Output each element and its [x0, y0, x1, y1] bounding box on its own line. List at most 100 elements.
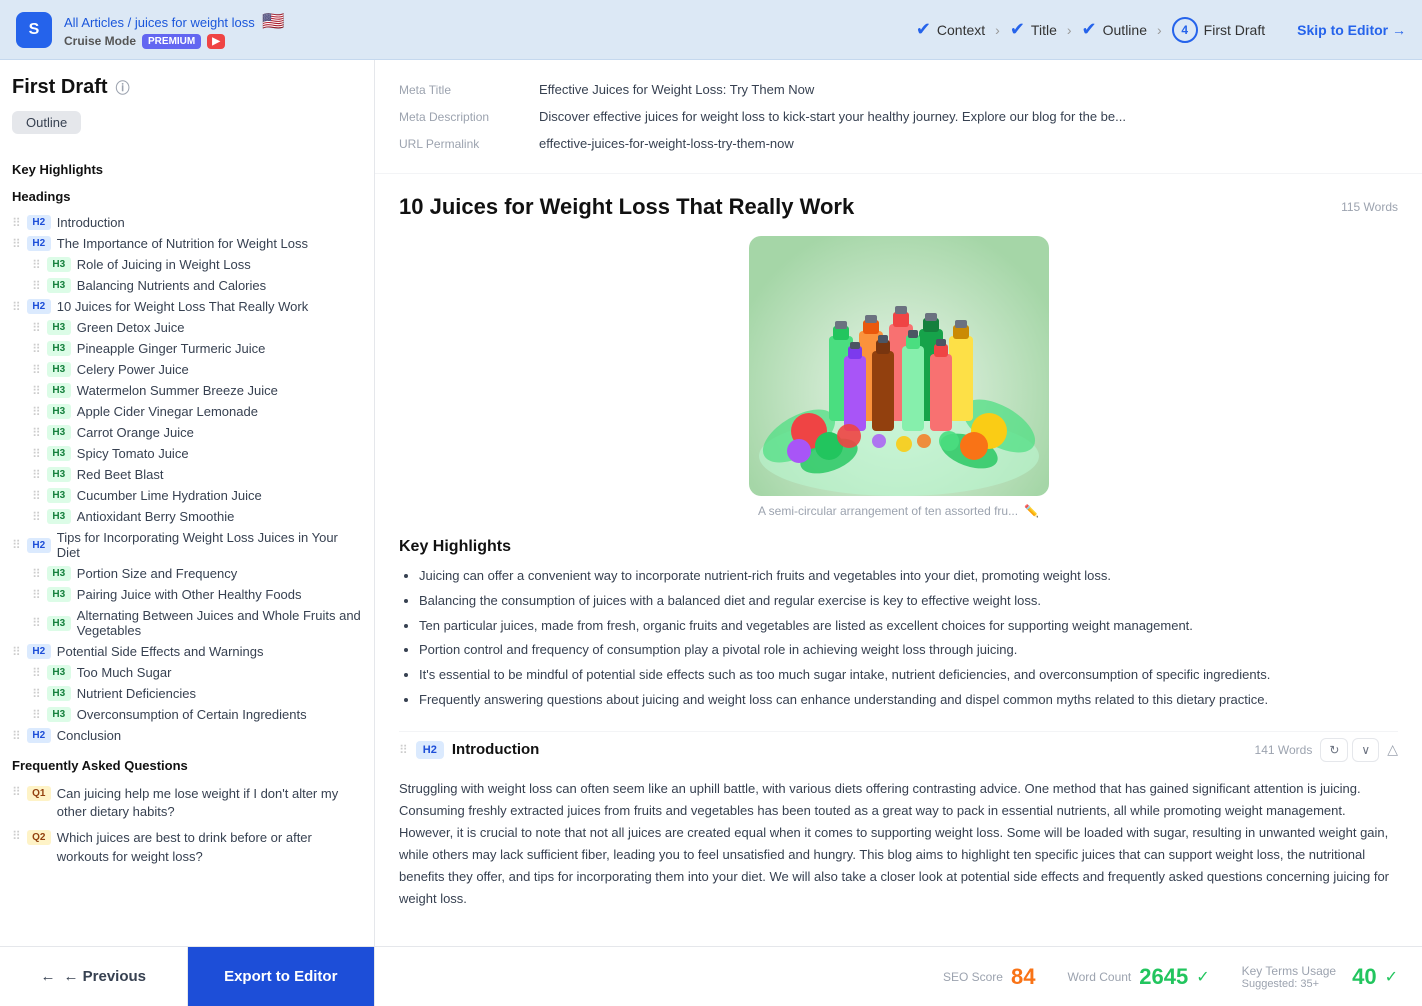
h3-badge: H3: [47, 488, 71, 503]
faq-section: Frequently Asked Questions ⠿ Q1 Can juic…: [12, 758, 362, 870]
drag-handle-icon: ⠿: [12, 300, 21, 314]
outline-tab[interactable]: Outline: [12, 111, 81, 134]
heading-item[interactable]: ⠿ H2 Introduction: [12, 212, 362, 233]
heading-text: Introduction: [57, 215, 125, 230]
highlights-title: Key Highlights: [399, 538, 1398, 556]
regenerate-button[interactable]: ↻: [1320, 738, 1348, 762]
heading-item[interactable]: ⠿ H3 Nutrient Deficiencies: [12, 683, 362, 704]
drag-handle-icon: ⠿: [32, 447, 41, 461]
heading-item[interactable]: ⠿ H3 Too Much Sugar: [12, 662, 362, 683]
heading-text: Pineapple Ginger Turmeric Juice: [77, 341, 266, 356]
heading-item[interactable]: ⠿ H2 Potential Side Effects and Warnings: [12, 641, 362, 662]
seo-score-group: SEO Score 84: [943, 964, 1036, 990]
intro-h2-badge: H2: [416, 741, 444, 759]
h3-badge: H3: [47, 587, 71, 602]
breadcrumb-title[interactable]: juices for weight loss: [135, 15, 255, 30]
drag-handle-icon: ⠿: [32, 510, 41, 524]
h3-badge: H3: [47, 446, 71, 461]
h2-badge: H2: [27, 299, 51, 314]
edit-icon[interactable]: ✏️: [1024, 504, 1039, 518]
expand-button[interactable]: ∨: [1352, 738, 1379, 762]
h3-badge: H3: [47, 257, 71, 272]
info-icon[interactable]: ⓘ: [116, 78, 130, 98]
q2-badge: Q2: [27, 830, 51, 845]
word-count-value: 2645: [1139, 964, 1188, 990]
step-outline[interactable]: ✔ Outline: [1082, 19, 1147, 40]
seo-score-value: 84: [1011, 964, 1035, 990]
key-terms-sub: Suggested: 35+: [1242, 978, 1336, 990]
sidebar-title: First Draft ⓘ: [12, 76, 362, 99]
step-arrow-2: ›: [1067, 22, 1072, 38]
drag-handle-icon: ⠿: [32, 363, 41, 377]
drag-handle-icon: ⠿: [32, 708, 41, 722]
skip-to-editor-link[interactable]: Skip to Editor →: [1297, 22, 1406, 38]
meta-title-label: Meta Title: [399, 83, 519, 97]
faq-item[interactable]: ⠿ Q1 Can juicing help me lose weight if …: [12, 781, 362, 825]
heading-item[interactable]: ⠿ H3 Green Detox Juice: [12, 317, 362, 338]
previous-button[interactable]: ← ← Previous: [0, 947, 188, 1006]
faq-heading: Frequently Asked Questions: [12, 758, 362, 773]
drag-handle-icon: ⠿: [32, 321, 41, 335]
highlights-list: Juicing can offer a convenient way to in…: [399, 566, 1398, 711]
collapse-icon[interactable]: △: [1387, 741, 1398, 758]
drag-handle-icon: ⠿: [32, 405, 41, 419]
article-section: 10 Juices for Weight Loss That Really Wo…: [375, 174, 1422, 930]
heading-item[interactable]: ⠿ H2 Tips for Incorporating Weight Loss …: [12, 527, 362, 563]
intro-word-count: 141 Words: [1255, 743, 1313, 757]
heading-item[interactable]: ⠿ H3 Portion Size and Frequency: [12, 563, 362, 584]
list-item: Frequently answering questions about jui…: [419, 690, 1398, 711]
breadcrumb-prefix[interactable]: All Articles: [64, 15, 124, 30]
heading-item[interactable]: ⠿ H3 Apple Cider Vinegar Lemonade: [12, 401, 362, 422]
heading-item[interactable]: ⠿ H3 Cucumber Lime Hydration Juice: [12, 485, 362, 506]
drag-handle-icon: ⠿: [12, 645, 21, 659]
heading-item[interactable]: ⠿ H3 Antioxidant Berry Smoothie: [12, 506, 362, 527]
heading-item[interactable]: ⠿ H3 Carrot Orange Juice: [12, 422, 362, 443]
juice-svg: [749, 236, 1049, 496]
drag-handle-icon: ⠿: [32, 687, 41, 701]
faq-item[interactable]: ⠿ Q2 Which juices are best to drink befo…: [12, 825, 362, 869]
drag-handle-icon: ⠿: [12, 216, 21, 230]
key-terms-label: Key Terms Usage: [1242, 964, 1336, 978]
drag-handle-icon: ⠿: [32, 489, 41, 503]
top-bar: S All Articles / juices for weight loss …: [0, 0, 1422, 60]
heading-item[interactable]: ⠿ H3 Watermelon Summer Breeze Juice: [12, 380, 362, 401]
key-highlights-heading: Key Highlights: [12, 162, 362, 177]
meta-desc-value: Discover effective juices for weight los…: [539, 109, 1126, 124]
heading-item[interactable]: ⠿ H2 Conclusion: [12, 725, 362, 746]
section-actions: ↻ ∨: [1320, 738, 1379, 762]
heading-text: Carrot Orange Juice: [77, 425, 194, 440]
heading-item[interactable]: ⠿ H3 Balancing Nutrients and Calories: [12, 275, 362, 296]
heading-text: Green Detox Juice: [77, 320, 185, 335]
heading-item[interactable]: ⠿ H3 Overconsumption of Certain Ingredie…: [12, 704, 362, 725]
heading-item[interactable]: ⠿ H2 10 Juices for Weight Loss That Real…: [12, 296, 362, 317]
heading-text: Overconsumption of Certain Ingredients: [77, 707, 307, 722]
heading-text: 10 Juices for Weight Loss That Really Wo…: [57, 299, 308, 314]
step-first-draft[interactable]: 4 First Draft: [1172, 17, 1265, 43]
heading-item[interactable]: ⠿ H3 Pairing Juice with Other Healthy Fo…: [12, 584, 362, 605]
heading-item[interactable]: ⠿ H3 Red Beet Blast: [12, 464, 362, 485]
heading-item[interactable]: ⠿ H3 Role of Juicing in Weight Loss: [12, 254, 362, 275]
export-button[interactable]: Export to Editor: [188, 947, 375, 1006]
heading-item[interactable]: ⠿ H2 The Importance of Nutrition for Wei…: [12, 233, 362, 254]
heading-text: Cucumber Lime Hydration Juice: [77, 488, 262, 503]
heading-item[interactable]: ⠿ H3 Celery Power Juice: [12, 359, 362, 380]
heading-item[interactable]: ⠿ H3 Spicy Tomato Juice: [12, 443, 362, 464]
drag-handle-icon: ⠿: [32, 588, 41, 602]
heading-item[interactable]: ⠿ H3 Pineapple Ginger Turmeric Juice: [12, 338, 362, 359]
word-count-group: Word Count 2645 ✓: [1067, 964, 1209, 990]
article-title: 10 Juices for Weight Loss That Really Wo…: [399, 194, 854, 220]
step-context[interactable]: ✔ Context: [916, 19, 985, 40]
intro-section-name: Introduction: [452, 741, 1247, 758]
sidebar: First Draft ⓘ Outline Key Highlights Hea…: [0, 60, 375, 1006]
yt-badge[interactable]: ▶: [207, 34, 225, 49]
meta-url-value: effective-juices-for-weight-loss-try-the…: [539, 136, 794, 151]
drag-handle-icon: ⠿: [32, 426, 41, 440]
main-content: Meta Title Effective Juices for Weight L…: [375, 60, 1422, 1006]
heading-text: Too Much Sugar: [77, 665, 172, 680]
drag-handle-icon: ⠿: [32, 384, 41, 398]
heading-text: Role of Juicing in Weight Loss: [77, 257, 251, 272]
intro-section-block: ⠿ H2 Introduction 141 Words ↻ ∨ △ Strugg…: [399, 731, 1398, 911]
step-title[interactable]: ✔ Title: [1010, 19, 1057, 40]
heading-item[interactable]: ⠿ H3 Alternating Between Juices and Whol…: [12, 605, 362, 641]
image-caption: A semi-circular arrangement of ten assor…: [758, 504, 1039, 518]
